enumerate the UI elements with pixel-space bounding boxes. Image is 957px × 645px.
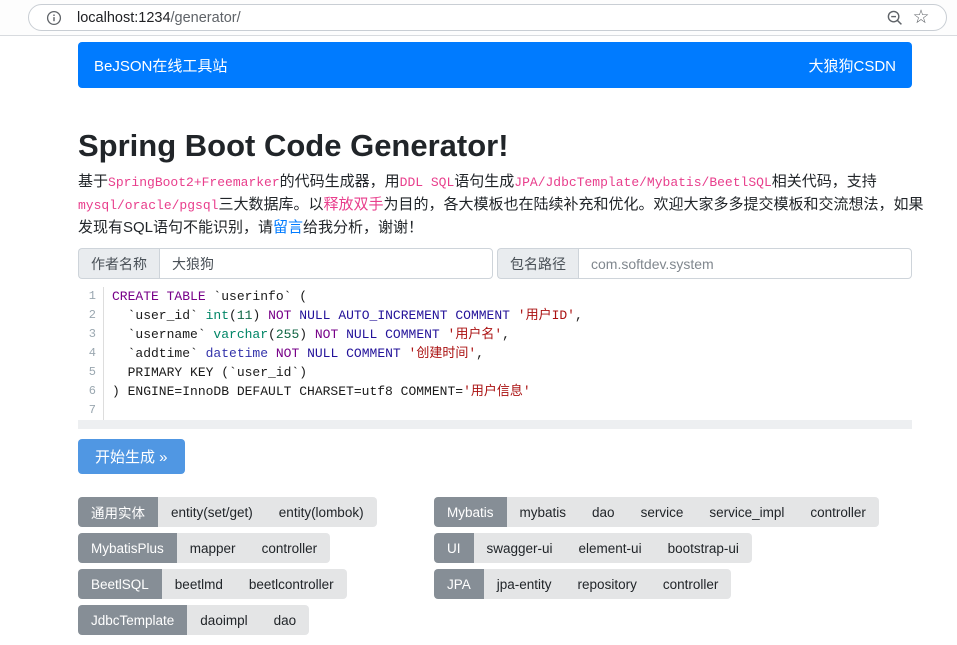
code-text: `user_id` int(11) NOT NULL AUTO_INCREMEN…: [104, 306, 583, 325]
code-text: `username` varchar(255) NOT NULL COMMENT…: [104, 325, 510, 344]
template-option-button[interactable]: dao: [261, 605, 310, 635]
group-label-button[interactable]: 通用实体: [78, 497, 158, 527]
template-option-button[interactable]: dao: [579, 497, 628, 527]
code-line[interactable]: 7: [78, 401, 912, 420]
package-input-group: 包名路径: [497, 248, 912, 279]
description-text: 相关代码，支持: [772, 173, 877, 190]
template-option-button[interactable]: swagger-ui: [474, 533, 566, 563]
navbar: BeJSON在线工具站 大狼狗CSDN: [78, 42, 912, 88]
inline-code: mysql/oracle/pgsql: [78, 198, 218, 213]
template-groups: 通用实体entity(set/get)entity(lombok) Mybatis…: [78, 497, 912, 635]
template-option-button[interactable]: entity(set/get): [158, 497, 266, 527]
zoom-out-icon[interactable]: [882, 5, 908, 31]
template-option-button[interactable]: element-ui: [566, 533, 655, 563]
template-button-group: JdbcTemplatedaoimpldao: [78, 605, 309, 635]
line-number: 1: [78, 287, 104, 306]
author-input-group: 作者名称: [78, 248, 493, 279]
template-option-button[interactable]: service_impl: [696, 497, 797, 527]
group-label-button[interactable]: JdbcTemplate: [78, 605, 187, 635]
address-bar[interactable]: localhost:1234/generator/ ☆: [28, 4, 947, 31]
bookmark-star-icon[interactable]: ☆: [908, 5, 934, 31]
page-title: Spring Boot Code Generator!: [78, 126, 912, 166]
template-option-button[interactable]: beetlcontroller: [236, 569, 347, 599]
line-number: 6: [78, 382, 104, 401]
template-button-group: UIswagger-uielement-uibootstrap-ui: [434, 533, 752, 563]
template-button-group: 通用实体entity(set/get)entity(lombok): [78, 497, 377, 527]
description-line: mysql/oracle/pgsql三大数据库。以释放双手为目的，各大模板也在陆…: [78, 194, 912, 217]
template-option-button[interactable]: service: [628, 497, 697, 527]
line-number: 5: [78, 363, 104, 382]
settings-form: 作者名称 包名路径: [78, 248, 912, 279]
template-button-group: MybatisPlusmappercontroller: [78, 533, 330, 563]
template-option-button[interactable]: mapper: [177, 533, 249, 563]
code-text: `addtime` datetime NOT NULL COMMENT '创建时…: [104, 344, 484, 363]
url-text: localhost:1234/generator/: [77, 10, 882, 26]
browser-chrome: localhost:1234/generator/ ☆: [0, 0, 957, 36]
template-option-button[interactable]: controller: [797, 497, 879, 527]
package-label: 包名路径: [497, 248, 578, 279]
template-option-button[interactable]: jpa-entity: [484, 569, 565, 599]
template-option-button[interactable]: mybatis: [507, 497, 580, 527]
description-text: 三大数据库。以: [218, 196, 323, 213]
template-option-button[interactable]: bootstrap-ui: [655, 533, 752, 563]
inline-code: DDL SQL: [400, 175, 455, 190]
template-button-group: BeetlSQLbeetlmdbeetlcontroller: [78, 569, 347, 599]
line-number: 4: [78, 344, 104, 363]
navbar-right-link[interactable]: 大狼狗CSDN: [808, 55, 896, 76]
code-line[interactable]: 2 `user_id` int(11) NOT NULL AUTO_INCREM…: [78, 306, 912, 325]
description-text: 的代码生成器，用: [280, 173, 400, 190]
editor-scrollbar[interactable]: [78, 420, 912, 429]
template-option-button[interactable]: beetlmd: [162, 569, 236, 599]
code-text: CREATE TABLE `userinfo` (: [104, 287, 307, 306]
line-number: 7: [78, 401, 104, 420]
description-text: 基于: [78, 173, 108, 190]
sql-code-editor[interactable]: 1CREATE TABLE `userinfo` (2 `user_id` in…: [78, 287, 912, 420]
author-input[interactable]: [159, 248, 493, 279]
inline-code: SpringBoot2+Freemarker: [108, 175, 280, 190]
template-groups-right-column: Mybatismybatisdaoserviceservice_implcont…: [434, 497, 879, 635]
inline-code: JPA/JdbcTemplate/Mybatis/BeetlSQL: [514, 175, 771, 190]
code-text: [104, 401, 112, 420]
template-option-button[interactable]: daoimpl: [187, 605, 260, 635]
code-text: PRIMARY KEY (`user_id`): [104, 363, 307, 382]
description: 基于SpringBoot2+Freemarker的代码生成器，用DDL SQL语…: [78, 171, 912, 239]
group-label-button[interactable]: MybatisPlus: [78, 533, 177, 563]
code-line[interactable]: 4 `addtime` datetime NOT NULL COMMENT '创…: [78, 344, 912, 363]
template-option-button[interactable]: controller: [249, 533, 331, 563]
template-option-button[interactable]: entity(lombok): [266, 497, 377, 527]
template-groups-left-column: 通用实体entity(set/get)entity(lombok) Mybatis…: [78, 497, 434, 635]
template-option-button[interactable]: repository: [565, 569, 650, 599]
template-option-button[interactable]: controller: [650, 569, 732, 599]
code-text: ) ENGINE=InnoDB DEFAULT CHARSET=utf8 COM…: [104, 382, 531, 401]
group-label-button[interactable]: Mybatis: [434, 497, 507, 527]
package-input[interactable]: [578, 248, 912, 279]
code-line[interactable]: 6) ENGINE=InnoDB DEFAULT CHARSET=utf8 CO…: [78, 382, 912, 401]
author-label: 作者名称: [78, 248, 159, 279]
code-line[interactable]: 5 PRIMARY KEY (`user_id`): [78, 363, 912, 382]
line-number: 3: [78, 325, 104, 344]
group-label-button[interactable]: BeetlSQL: [78, 569, 162, 599]
description-text: 为目的，各大模板也在陆续补充和优化。欢迎大家多多提交模板和交流想法，如果: [383, 196, 923, 213]
code-line[interactable]: 1CREATE TABLE `userinfo` (: [78, 287, 912, 306]
group-label-button[interactable]: UI: [434, 533, 474, 563]
message-link[interactable]: 留言: [273, 219, 303, 236]
template-button-group: Mybatismybatisdaoserviceservice_implcont…: [434, 497, 879, 527]
site-info-icon[interactable]: [41, 5, 67, 31]
page-content: BeJSON在线工具站 大狼狗CSDN Spring Boot Code Gen…: [78, 42, 912, 635]
description-text: 给我分析，谢谢！: [303, 219, 423, 236]
navbar-brand[interactable]: BeJSON在线工具站: [94, 55, 227, 76]
description-line: 基于SpringBoot2+Freemarker的代码生成器，用DDL SQL语…: [78, 171, 912, 194]
description-text: 发现有SQL语句不能识别，请: [78, 219, 273, 236]
code-line[interactable]: 3 `username` varchar(255) NOT NULL COMME…: [78, 325, 912, 344]
description-text: 释放双手: [323, 196, 383, 213]
line-number: 2: [78, 306, 104, 325]
template-button-group: JPAjpa-entityrepositorycontroller: [434, 569, 731, 599]
description-text: 语句生成: [454, 173, 514, 190]
generate-button[interactable]: 开始生成 »: [78, 439, 185, 474]
group-label-button[interactable]: JPA: [434, 569, 484, 599]
description-line: 发现有SQL语句不能识别，请留言给我分析，谢谢！: [78, 217, 912, 239]
